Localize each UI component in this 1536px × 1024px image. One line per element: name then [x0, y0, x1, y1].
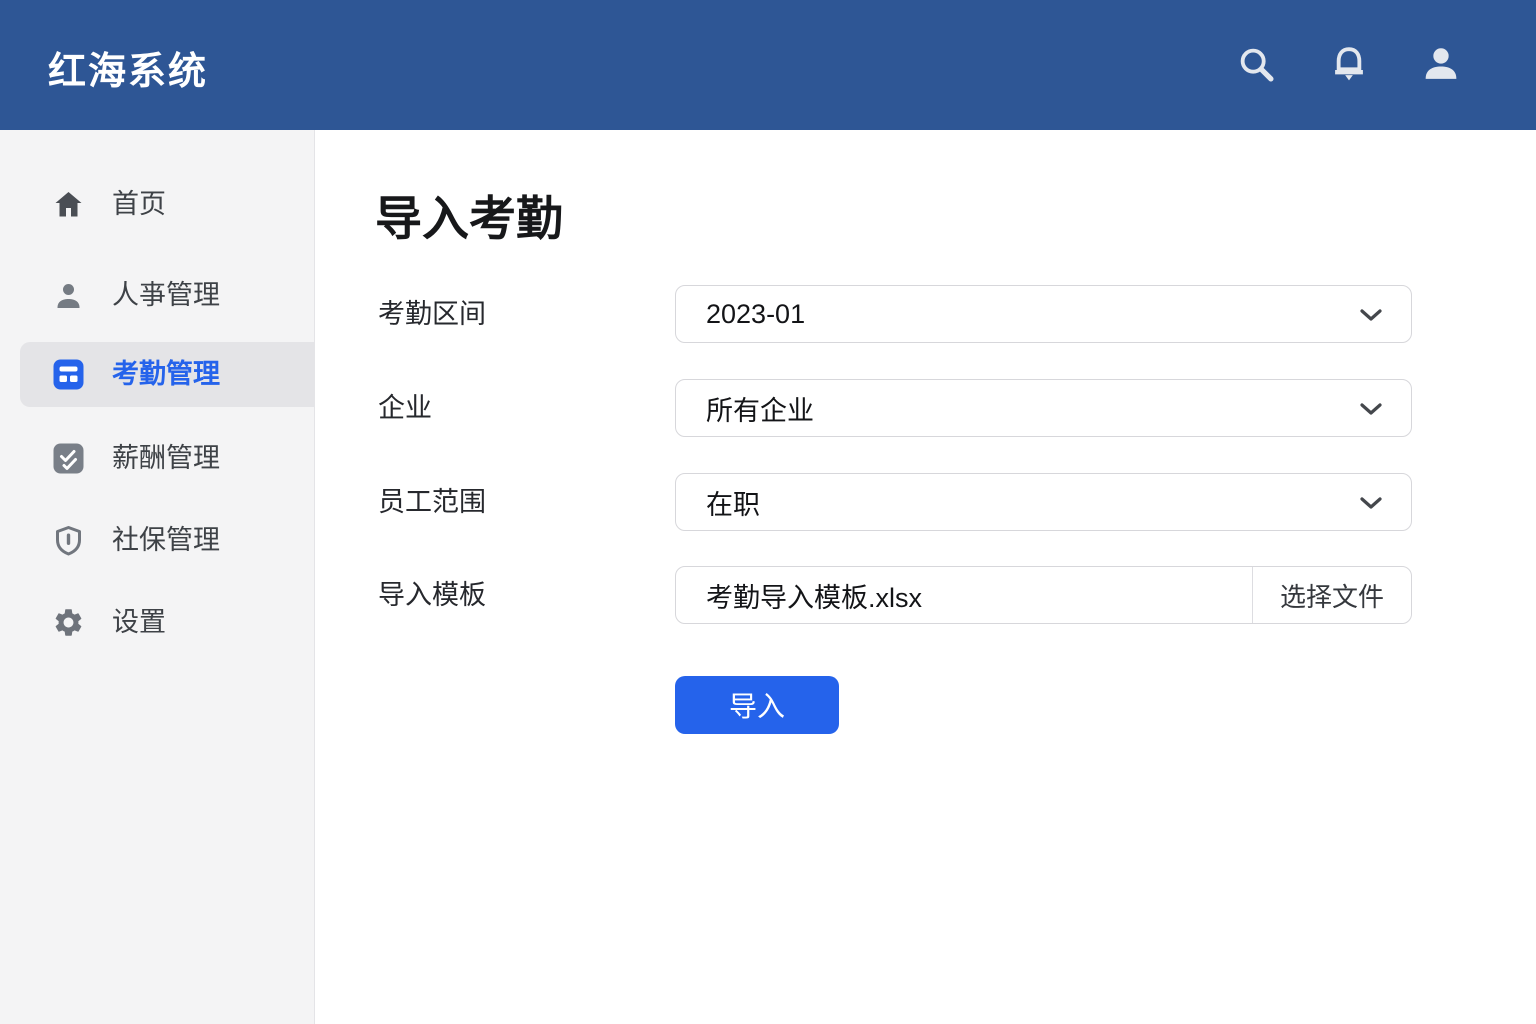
payroll-check-icon: [52, 442, 85, 475]
page-title: 导入考勤: [375, 192, 563, 245]
employee-scope-value: 在职: [706, 489, 760, 520]
home-icon: [52, 188, 85, 221]
app-window: 红海系统 首页 人亊管理 考勤管理 薪酬管理 社保管理 设置 导入考勤 考勤区间…: [0, 0, 1536, 1024]
chevron-down-icon: [1359, 496, 1383, 515]
choose-file-button[interactable]: 选择文件: [1253, 567, 1411, 623]
chevron-down-icon: [1359, 402, 1383, 421]
sidebar-item-label: 人亊管理: [112, 280, 220, 310]
user-icon-glyph: [1425, 48, 1457, 79]
sidebar: 首页 人亊管理 考勤管理 薪酬管理 社保管理 设置: [0, 130, 315, 1024]
shield-icon: [52, 524, 85, 557]
search-icon[interactable]: [1234, 42, 1280, 88]
header-icon-group: [1234, 0, 1464, 130]
enterprise-select[interactable]: 所有企业: [675, 379, 1412, 437]
attendance-period-value: 2023-01: [706, 298, 806, 329]
search-icon-glyph: [1240, 48, 1274, 82]
employee-scope-select[interactable]: 在职: [675, 473, 1412, 531]
sidebar-item-label: 设置: [112, 607, 166, 637]
enterprise-value: 所有企业: [706, 395, 814, 426]
app-title: 红海系统: [48, 51, 209, 93]
attendance-card-icon: [52, 358, 85, 391]
sidebar-item-attendance[interactable]: 考勤管理: [20, 342, 315, 407]
field-label-enterprise: 企业: [378, 393, 432, 423]
field-label-employee-scope: 员工范围: [378, 487, 486, 517]
chevron-down-icon: [1359, 308, 1383, 327]
import-template-file-input[interactable]: 考勤导入模板.xlsx 选择文件: [675, 566, 1412, 624]
sidebar-item-payroll[interactable]: 薪酬管理: [20, 426, 315, 491]
sidebar-item-label: 考勤管理: [112, 359, 220, 389]
selected-file-name: 考勤导入模板.xlsx: [706, 582, 922, 613]
bell-icon[interactable]: [1326, 42, 1372, 88]
sidebar-item-social-security[interactable]: 社保管理: [20, 508, 315, 573]
sidebar-item-home[interactable]: 首页: [20, 172, 315, 237]
user-icon[interactable]: [1418, 42, 1464, 88]
sidebar-item-settings[interactable]: 设置: [20, 590, 315, 655]
gear-icon: [52, 606, 85, 639]
sidebar-item-label: 薪酬管理: [112, 443, 220, 473]
sidebar-item-label: 社保管理: [112, 525, 220, 555]
field-label-attendance-period: 考勤区间: [378, 299, 486, 329]
attendance-period-select[interactable]: 2023-01: [675, 285, 1412, 343]
sidebar-item-hr[interactable]: 人亊管理: [20, 263, 315, 328]
bell-icon-glyph: [1335, 47, 1363, 81]
person-icon: [52, 279, 85, 312]
sidebar-item-label: 首页: [112, 189, 166, 219]
field-label-import-template: 导入模板: [378, 580, 486, 610]
top-header-bar: 红海系统: [0, 0, 1536, 130]
import-button[interactable]: 导入: [675, 676, 839, 734]
